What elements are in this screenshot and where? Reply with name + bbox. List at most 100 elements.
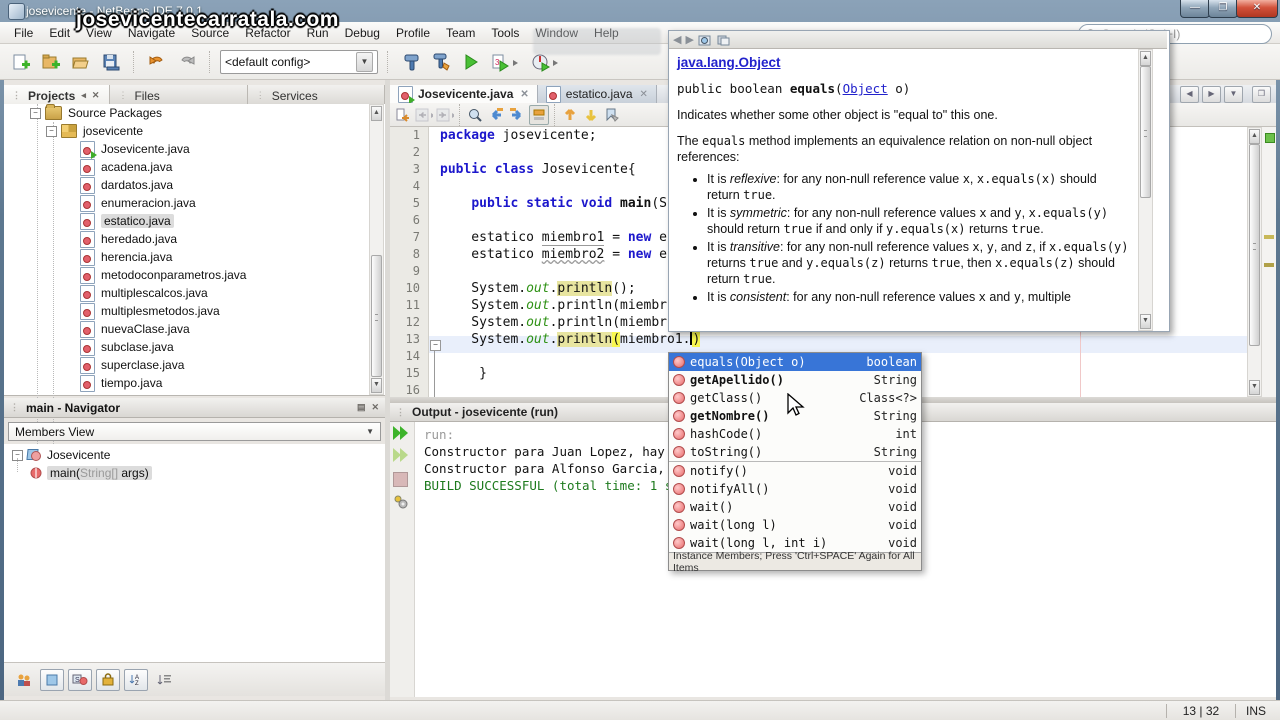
previous-occurrence-icon[interactable] — [487, 106, 505, 124]
tree-row[interactable]: enumeracion.java — [80, 194, 196, 212]
close-panel-icon[interactable]: ✕ — [92, 90, 100, 101]
completion-item-equals-object-o[interactable]: equals(Object o) boolean — [669, 353, 921, 371]
tree-row[interactable]: acadena.java — [80, 158, 172, 176]
error-stripe[interactable] — [1262, 127, 1276, 397]
forward-icon[interactable] — [436, 106, 454, 124]
editor-tab-estatico.java[interactable]: estatico.java ✕ — [537, 85, 657, 103]
completion-item-hashcode[interactable]: hashCode() int — [669, 425, 921, 443]
completion-item-tostring[interactable]: toString() String — [669, 443, 921, 461]
javadoc-scrollbar-thumb[interactable] — [1140, 66, 1151, 198]
find-selection-icon[interactable] — [466, 106, 484, 124]
back-icon[interactable] — [415, 106, 433, 124]
completion-item-notify[interactable]: notify() void — [669, 461, 921, 480]
close-button[interactable]: ✕ — [1236, 0, 1278, 18]
tree-row[interactable]: subclase.java — [80, 338, 174, 356]
scroll-up-icon[interactable]: ▲ — [371, 106, 382, 121]
navigator-view-select[interactable]: Members View ▼ — [8, 422, 381, 441]
next-occurrence-icon[interactable] — [508, 106, 526, 124]
tab-files[interactable]: ⋮ Files — [110, 85, 248, 104]
tree-row[interactable]: dardatos.java — [80, 176, 173, 194]
scroll-down-icon[interactable]: ▼ — [1140, 314, 1151, 329]
toggle-highlight-icon[interactable] — [529, 104, 549, 125]
navigator-member-row[interactable]: main(String[] args) — [30, 464, 152, 482]
chevron-down-icon[interactable]: ▼ — [356, 51, 373, 72]
menu-profile[interactable]: Profile — [388, 23, 438, 43]
tree-row[interactable]: multiplescalcos.java — [80, 284, 208, 302]
navigator-class-row[interactable]: − Josevicente — [12, 446, 110, 464]
tree-row[interactable]: estatico.java — [80, 212, 174, 230]
menu-file[interactable]: File — [6, 23, 41, 43]
maximize-button[interactable]: ❐ — [1208, 0, 1238, 18]
scroll-up-icon[interactable]: ▲ — [1140, 51, 1151, 66]
projects-tree[interactable]: − Source Packages − josevicente Josevicente.… — [4, 104, 385, 484]
navigator-header[interactable]: ⋮ main - Navigator ▤ ✕ — [4, 398, 385, 418]
save-all-button[interactable] — [98, 49, 124, 75]
toggle-bookmark-icon[interactable] — [603, 106, 621, 124]
sort-by-source-icon[interactable] — [152, 669, 176, 691]
close-tab-icon[interactable]: ✕ — [640, 89, 648, 100]
tab-projects[interactable]: ⋮ Projects ◂ ✕ — [4, 85, 111, 104]
open-project-button[interactable] — [68, 49, 94, 75]
config-select[interactable]: <default config> ▼ — [220, 49, 378, 74]
javadoc-class-link[interactable]: java.lang.Object — [677, 55, 781, 70]
scroll-down-icon[interactable]: ▼ — [1249, 380, 1260, 395]
maximize-editor-icon[interactable]: ❒ — [1252, 86, 1271, 103]
rerun-button[interactable] — [393, 426, 411, 444]
navigator-tree[interactable]: − Josevicente main(String[] args) — [4, 444, 385, 662]
tree-row[interactable]: superclase.java — [80, 356, 184, 374]
menu-debug[interactable]: Debug — [337, 23, 388, 43]
minimize-panel-icon[interactable]: ◂ — [81, 90, 86, 101]
previous-bookmark-icon[interactable] — [561, 106, 579, 124]
warning-mark[interactable] — [1264, 263, 1274, 267]
clean-build-button[interactable] — [428, 49, 454, 75]
editor-tab-Josevicente.java[interactable]: Josevicente.java ✕ — [390, 85, 538, 104]
stop-button[interactable] — [393, 472, 408, 487]
tree-row[interactable]: tiempo.java — [80, 374, 162, 392]
menu-tools[interactable]: Tools — [483, 23, 527, 43]
collapse-icon[interactable]: − — [46, 125, 57, 137]
redo-button[interactable] — [174, 49, 200, 75]
new-project-button[interactable] — [38, 49, 64, 75]
insert-mode-indicator[interactable]: INS — [1246, 704, 1266, 718]
tree-row[interactable]: herencia.java — [80, 248, 172, 266]
completion-item-wait-long-l[interactable]: wait(long l) void — [669, 516, 921, 534]
completion-item-notifyall[interactable]: notifyAll() void — [669, 480, 921, 498]
copy-to-clipboard-icon[interactable] — [716, 34, 730, 46]
tab-list-icon[interactable]: ▼ — [1224, 86, 1243, 103]
scroll-tabs-left-icon[interactable]: ◀ — [1180, 86, 1199, 103]
tree-row[interactable]: − josevicente — [46, 122, 143, 140]
javadoc-scrollbar[interactable]: ▲ ▼ — [1138, 49, 1153, 331]
menu-edit[interactable]: Edit — [41, 23, 78, 43]
collapse-icon[interactable]: − — [30, 107, 41, 119]
static-members-filter-icon[interactable]: S — [68, 668, 92, 691]
sort-alpha-filter-icon[interactable]: AZ — [124, 668, 148, 691]
show-in-browser-icon[interactable] — [698, 34, 712, 46]
run-button[interactable] — [458, 49, 484, 75]
completion-item-getapellido[interactable]: getApellido() String — [669, 371, 921, 389]
tree-row[interactable]: metodoconparametros.java — [80, 266, 246, 284]
warning-mark[interactable] — [1264, 235, 1274, 239]
scroll-tabs-right-icon[interactable]: ▶ — [1202, 86, 1221, 103]
projects-scrollbar[interactable]: ▲ ▼ — [369, 104, 384, 395]
javadoc-forward-icon[interactable]: ▶ — [685, 33, 693, 46]
tree-row[interactable]: − Source Packages — [30, 104, 162, 122]
menu-team[interactable]: Team — [438, 23, 483, 43]
tree-row[interactable]: heredado.java — [80, 230, 177, 248]
rerun-with-args-button[interactable] — [393, 448, 411, 466]
ant-settings-icon[interactable] — [393, 494, 411, 512]
fields-filter-icon[interactable] — [40, 668, 64, 691]
close-panel-icon[interactable]: ✕ — [371, 402, 379, 413]
last-edit-location-icon[interactable] — [394, 106, 412, 124]
undo-button[interactable] — [144, 49, 170, 75]
next-bookmark-icon[interactable] — [582, 106, 600, 124]
close-tab-icon[interactable]: ✕ — [520, 89, 528, 100]
new-file-button[interactable] — [8, 49, 34, 75]
javadoc-type-link[interactable]: Object — [843, 81, 888, 96]
inherited-members-filter-icon[interactable] — [12, 669, 36, 691]
debug-button[interactable]: 3 — [488, 49, 524, 75]
float-window-icon[interactable]: ▤ — [357, 402, 366, 413]
scroll-up-icon[interactable]: ▲ — [1249, 129, 1260, 144]
tab-services[interactable]: ⋮ Services — [248, 85, 385, 104]
scroll-down-icon[interactable]: ▼ — [371, 378, 382, 393]
projects-scrollbar-thumb[interactable] — [371, 255, 382, 377]
